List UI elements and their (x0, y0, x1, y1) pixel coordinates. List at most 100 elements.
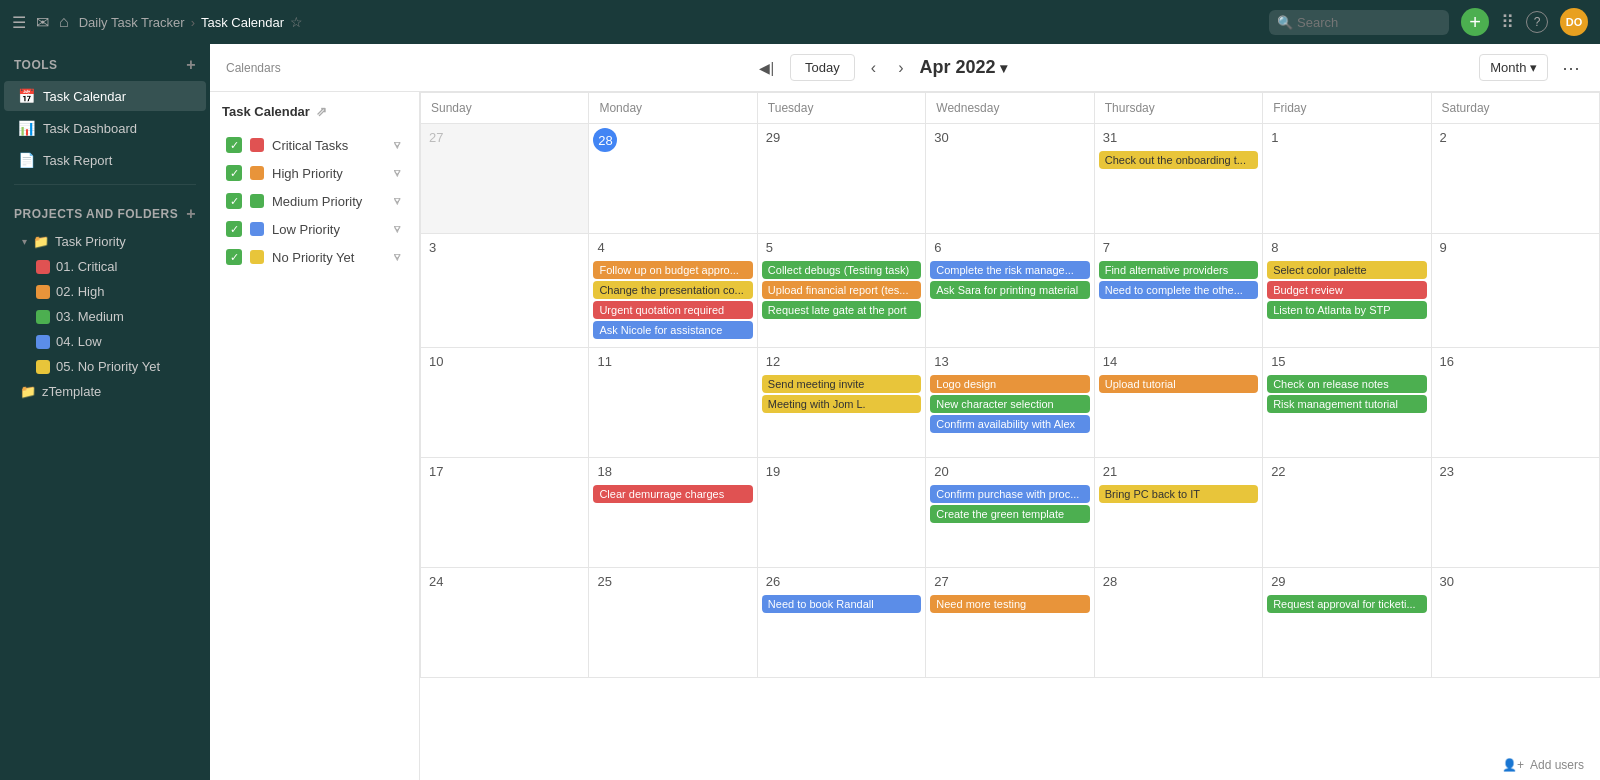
task-pill[interactable]: Check on release notes (1267, 375, 1426, 393)
prev-month-button[interactable]: ‹ (865, 55, 882, 81)
tools-add-button[interactable]: + (186, 56, 196, 74)
day-cell[interactable]: 22 (1263, 458, 1431, 568)
day-cell[interactable]: 28 (1095, 568, 1263, 678)
breadcrumb-parent[interactable]: Daily Task Tracker (79, 15, 185, 30)
day-cell[interactable]: 26Need to book Randall (758, 568, 926, 678)
folder-critical[interactable]: 01. Critical (0, 254, 210, 279)
sidebar-item-task-calendar[interactable]: 📅 Task Calendar (4, 81, 206, 111)
day-cell[interactable]: 15Check on release notesRisk management … (1263, 348, 1431, 458)
day-cell[interactable]: 21Bring PC back to IT (1095, 458, 1263, 568)
folder-ztemplate[interactable]: 📁 zTemplate (0, 379, 210, 404)
task-pill[interactable]: Find alternative providers (1099, 261, 1258, 279)
day-cell[interactable]: 20Confirm purchase with proc...Create th… (926, 458, 1094, 568)
task-pill[interactable]: Collect debugs (Testing task) (762, 261, 921, 279)
collapse-panel-button[interactable]: ◀| (753, 56, 780, 80)
day-cell[interactable]: 27 (421, 124, 589, 234)
filter-checkbox[interactable] (226, 193, 242, 209)
share-icon[interactable]: ⇗ (316, 104, 327, 119)
task-pill[interactable]: Need more testing (930, 595, 1089, 613)
filter-funnel-icon[interactable]: ⛛ (392, 251, 403, 263)
filter-checkbox[interactable] (226, 221, 242, 237)
day-cell[interactable]: 17 (421, 458, 589, 568)
today-button[interactable]: Today (790, 54, 855, 81)
task-pill[interactable]: Clear demurrage charges (593, 485, 752, 503)
filter-funnel-icon[interactable]: ⛛ (392, 195, 403, 207)
folder-high[interactable]: 02. High (0, 279, 210, 304)
day-cell[interactable]: 29Request approval for ticketi... (1263, 568, 1431, 678)
folder-no-priority[interactable]: 05. No Priority Yet (0, 354, 210, 379)
filter-checkbox[interactable] (226, 165, 242, 181)
task-pill[interactable]: Confirm purchase with proc... (930, 485, 1089, 503)
day-cell[interactable]: 31Check out the onboarding t... (1095, 124, 1263, 234)
filter-medium-priority[interactable]: Medium Priority ⛛ (222, 187, 407, 215)
sidebar-item-task-dashboard[interactable]: 📊 Task Dashboard (4, 113, 206, 143)
task-pill[interactable]: Risk management tutorial (1267, 395, 1426, 413)
add-button[interactable]: + (1461, 8, 1489, 36)
task-pill[interactable]: Need to book Randall (762, 595, 921, 613)
day-cell[interactable]: 23 (1432, 458, 1600, 568)
task-pill[interactable]: Bring PC back to IT (1099, 485, 1258, 503)
grid-icon[interactable]: ⠿ (1501, 11, 1514, 33)
day-cell[interactable]: 3 (421, 234, 589, 348)
day-cell[interactable]: 19 (758, 458, 926, 568)
filter-funnel-icon[interactable]: ⛛ (392, 223, 403, 235)
task-pill[interactable]: Budget review (1267, 281, 1426, 299)
task-pill[interactable]: Request approval for ticketi... (1267, 595, 1426, 613)
day-cell[interactable]: 16 (1432, 348, 1600, 458)
next-month-button[interactable]: › (892, 55, 909, 81)
task-pill[interactable]: Ask Nicole for assistance (593, 321, 752, 339)
day-cell[interactable]: 1 (1263, 124, 1431, 234)
task-pill[interactable]: Create the green template (930, 505, 1089, 523)
filter-funnel-icon[interactable]: ⛛ (392, 167, 403, 179)
day-cell[interactable]: 8Select color paletteBudget reviewListen… (1263, 234, 1431, 348)
task-pill[interactable]: Complete the risk manage... (930, 261, 1089, 279)
day-cell[interactable]: 27Need more testing (926, 568, 1094, 678)
day-cell[interactable]: 6Complete the risk manage...Ask Sara for… (926, 234, 1094, 348)
task-pill[interactable]: Check out the onboarding t... (1099, 151, 1258, 169)
task-pill[interactable]: Follow up on budget appro... (593, 261, 752, 279)
projects-add-button[interactable]: + (186, 205, 196, 223)
task-pill[interactable]: Upload tutorial (1099, 375, 1258, 393)
filter-low-priority[interactable]: Low Priority ⛛ (222, 215, 407, 243)
day-cell[interactable]: 30 (1432, 568, 1600, 678)
task-pill[interactable]: Need to complete the othe... (1099, 281, 1258, 299)
day-cell[interactable]: 29 (758, 124, 926, 234)
filter-critical-tasks[interactable]: Critical Tasks ⛛ (222, 131, 407, 159)
mail-icon[interactable]: ✉ (36, 13, 49, 32)
day-cell[interactable]: 25 (589, 568, 757, 678)
search-input[interactable] (1269, 10, 1449, 35)
filter-funnel-icon[interactable]: ⛛ (392, 139, 403, 151)
add-users-bar[interactable]: 👤+ Add users (1486, 750, 1600, 780)
filter-checkbox[interactable] (226, 249, 242, 265)
sidebar-item-task-report[interactable]: 📄 Task Report (4, 145, 206, 175)
day-cell[interactable]: 28 (589, 124, 757, 234)
task-pill[interactable]: Send meeting invite (762, 375, 921, 393)
day-cell[interactable]: 7Find alternative providersNeed to compl… (1095, 234, 1263, 348)
task-pill[interactable]: Request late gate at the port (762, 301, 921, 319)
star-icon[interactable]: ☆ (290, 14, 303, 30)
day-cell[interactable]: 12Send meeting inviteMeeting with Jom L. (758, 348, 926, 458)
day-cell[interactable]: 11 (589, 348, 757, 458)
filter-no-priority[interactable]: No Priority Yet ⛛ (222, 243, 407, 271)
day-cell[interactable]: 13Logo designNew character selectionConf… (926, 348, 1094, 458)
day-cell[interactable]: 2 (1432, 124, 1600, 234)
chevron-down-icon[interactable]: ▾ (1000, 60, 1007, 76)
day-cell[interactable]: 18Clear demurrage charges (589, 458, 757, 568)
help-icon[interactable]: ? (1526, 11, 1548, 33)
folder-low[interactable]: 04. Low (0, 329, 210, 354)
task-pill[interactable]: Upload financial report (tes... (762, 281, 921, 299)
day-cell[interactable]: 9 (1432, 234, 1600, 348)
task-pill[interactable]: Listen to Atlanta by STP (1267, 301, 1426, 319)
task-pill[interactable]: New character selection (930, 395, 1089, 413)
day-cell[interactable]: 30 (926, 124, 1094, 234)
day-cell[interactable]: 5Collect debugs (Testing task)Upload fin… (758, 234, 926, 348)
task-pill[interactable]: Confirm availability with Alex (930, 415, 1089, 433)
task-pill[interactable]: Ask Sara for printing material (930, 281, 1089, 299)
day-cell[interactable]: 10 (421, 348, 589, 458)
task-pill[interactable]: Meeting with Jom L. (762, 395, 921, 413)
day-cell[interactable]: 14Upload tutorial (1095, 348, 1263, 458)
month-view-button[interactable]: Month ▾ (1479, 54, 1548, 81)
task-pill[interactable]: Change the presentation co... (593, 281, 752, 299)
folder-medium[interactable]: 03. Medium (0, 304, 210, 329)
folder-task-priority[interactable]: ▾ 📁 Task Priority (0, 229, 210, 254)
